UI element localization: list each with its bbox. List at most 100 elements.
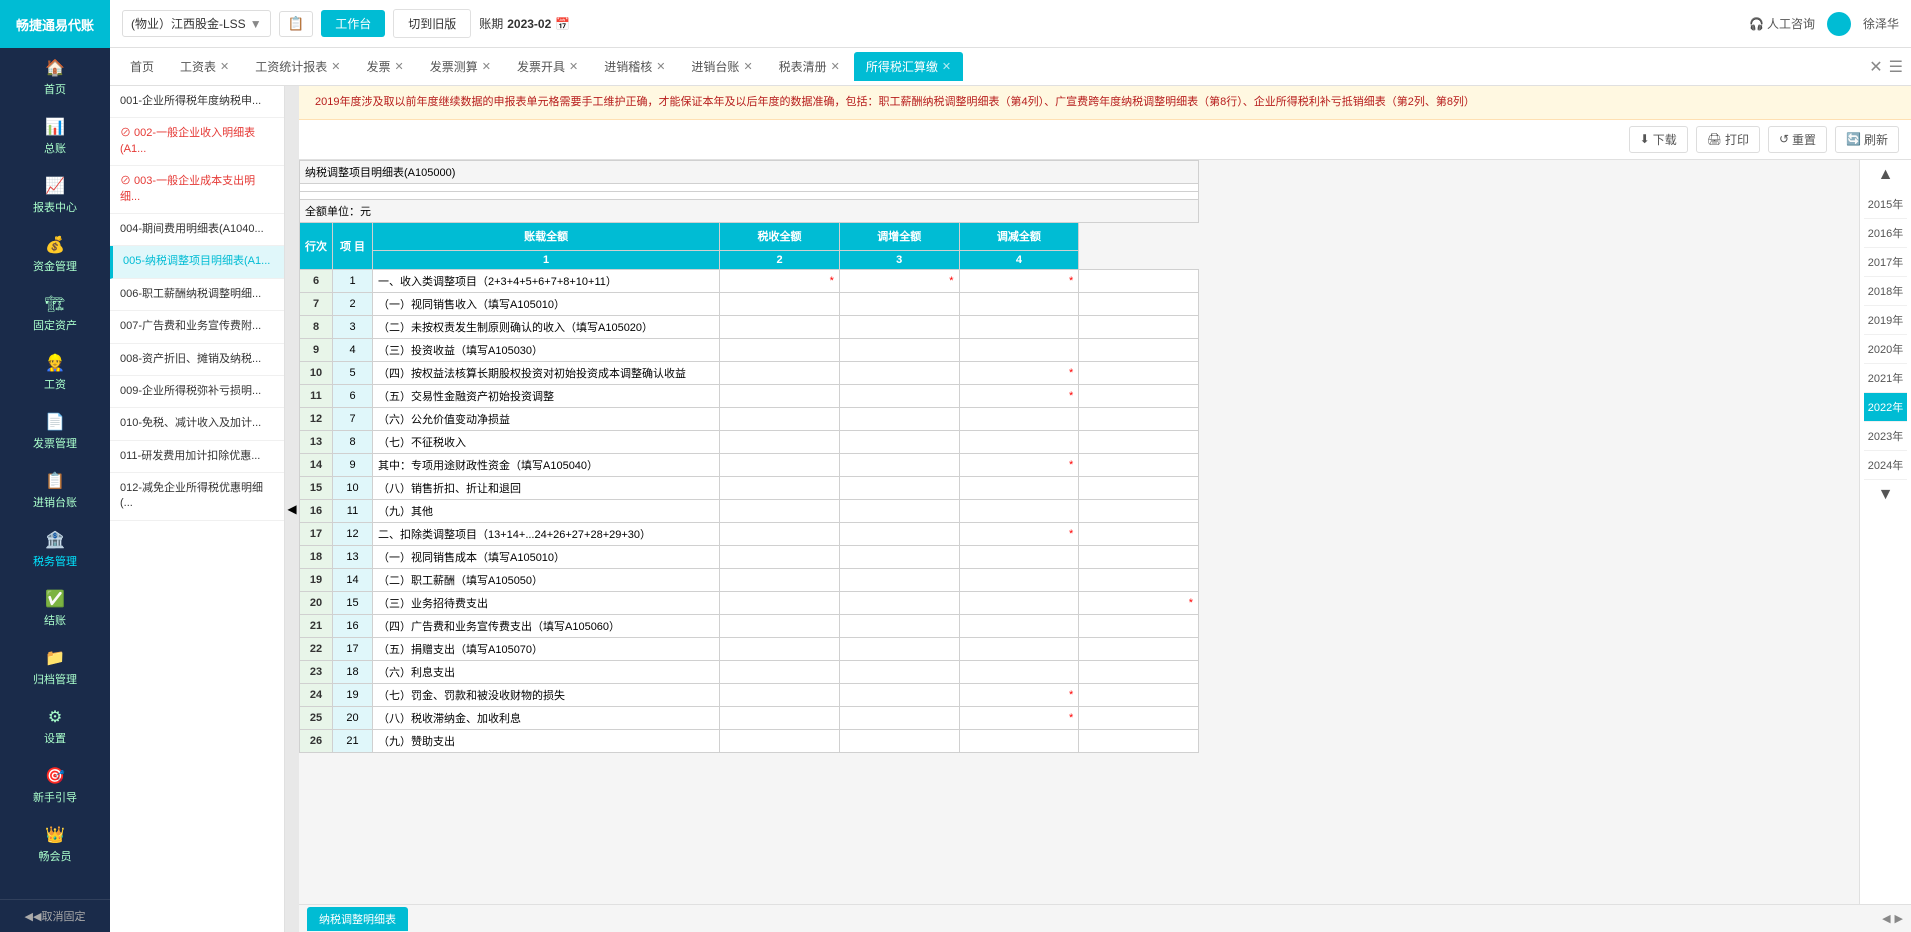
- row-c4[interactable]: [1079, 568, 1199, 591]
- row-c3[interactable]: *: [959, 706, 1079, 729]
- print-btn[interactable]: 🖨 打印: [1696, 126, 1760, 153]
- row-c3[interactable]: [959, 660, 1079, 683]
- left-panel-item[interactable]: ⊘ 002-一般企业收入明细表(A1...: [110, 118, 284, 166]
- row-c1[interactable]: [720, 476, 840, 499]
- row-c3[interactable]: [959, 338, 1079, 361]
- row-c1[interactable]: [720, 292, 840, 315]
- row-c3[interactable]: *: [959, 361, 1079, 384]
- tab-首页[interactable]: 首页: [118, 52, 166, 81]
- row-c3[interactable]: *: [959, 683, 1079, 706]
- tab-发票[interactable]: 发票✕: [354, 52, 415, 81]
- support-btn[interactable]: 🎧 人工咨询: [1749, 15, 1815, 32]
- row-c4[interactable]: [1079, 430, 1199, 453]
- close-all-tabs-btn[interactable]: ✕: [1869, 57, 1882, 77]
- sidebar-item-发票管理[interactable]: 📄发票管理: [0, 402, 110, 461]
- tab-settings-icon[interactable]: ☰: [1889, 57, 1903, 77]
- calendar-icon[interactable]: 📅: [555, 17, 570, 31]
- row-c3[interactable]: [959, 729, 1079, 752]
- sidebar-item-资金管理[interactable]: 💰资金管理: [0, 225, 110, 284]
- row-c3[interactable]: *: [959, 453, 1079, 476]
- panel-collapse-btn[interactable]: ◀: [285, 86, 299, 932]
- sidebar-item-税务管理[interactable]: 🏦税务管理: [0, 520, 110, 579]
- row-c4[interactable]: [1079, 361, 1199, 384]
- download-btn[interactable]: ⬇ 下载: [1629, 126, 1688, 153]
- row-c4[interactable]: [1079, 499, 1199, 522]
- sidebar-item-报表中心[interactable]: 📈报表中心: [0, 166, 110, 225]
- sidebar-item-进销台账[interactable]: 📋进销台账: [0, 461, 110, 520]
- row-c2[interactable]: [839, 476, 959, 499]
- row-c1[interactable]: [720, 361, 840, 384]
- row-c2[interactable]: [839, 361, 959, 384]
- workspace-btn[interactable]: 工作台: [321, 10, 385, 37]
- sidebar-item-设置[interactable]: ⚙设置: [0, 697, 110, 756]
- row-c1[interactable]: [720, 407, 840, 430]
- copy-btn[interactable]: 📋: [279, 11, 314, 37]
- row-c1[interactable]: *: [720, 269, 840, 292]
- row-c4[interactable]: [1079, 315, 1199, 338]
- tab-close-icon[interactable]: ✕: [656, 60, 665, 73]
- row-c4[interactable]: [1079, 729, 1199, 752]
- year-item-2023年[interactable]: 2023年: [1864, 422, 1907, 451]
- row-c4[interactable]: [1079, 407, 1199, 430]
- row-c3[interactable]: [959, 591, 1079, 614]
- tab-进销稽核[interactable]: 进销稽核✕: [592, 52, 677, 81]
- row-c3[interactable]: [959, 407, 1079, 430]
- sidebar-item-总账[interactable]: 📊总账: [0, 107, 110, 166]
- row-c2[interactable]: [839, 407, 959, 430]
- row-c4[interactable]: [1079, 660, 1199, 683]
- row-c4[interactable]: [1079, 545, 1199, 568]
- row-c1[interactable]: [720, 545, 840, 568]
- year-item-2016年[interactable]: 2016年: [1864, 219, 1907, 248]
- left-panel-item[interactable]: 008-资产折旧、摊销及纳税...: [110, 344, 284, 376]
- left-panel-item[interactable]: ⊘ 003-一般企业成本支出明细...: [110, 166, 284, 214]
- tab-close-icon[interactable]: ✕: [482, 60, 491, 73]
- year-item-2021年[interactable]: 2021年: [1864, 364, 1907, 393]
- year-up-btn[interactable]: ▲: [1860, 160, 1911, 190]
- row-c4[interactable]: [1079, 637, 1199, 660]
- year-item-2018年[interactable]: 2018年: [1864, 277, 1907, 306]
- row-c2[interactable]: [839, 292, 959, 315]
- row-c3[interactable]: [959, 315, 1079, 338]
- left-panel-item[interactable]: 004-期间费用明细表(A1040...: [110, 214, 284, 246]
- tab-close-icon[interactable]: ✕: [942, 60, 951, 73]
- scroll-left-icon[interactable]: ◀: [1882, 912, 1890, 925]
- row-c1[interactable]: [720, 660, 840, 683]
- year-item-2015年[interactable]: 2015年: [1864, 190, 1907, 219]
- row-c3[interactable]: *: [959, 522, 1079, 545]
- row-c3[interactable]: [959, 568, 1079, 591]
- row-c4[interactable]: [1079, 706, 1199, 729]
- row-c1[interactable]: [720, 591, 840, 614]
- row-c2[interactable]: [839, 338, 959, 361]
- tab-所得税汇算缴[interactable]: 所得税汇算缴✕: [854, 52, 963, 81]
- row-c2[interactable]: [839, 430, 959, 453]
- bottom-tab-active[interactable]: 纳税调整明细表: [307, 907, 408, 931]
- row-c1[interactable]: [720, 453, 840, 476]
- tab-close-icon[interactable]: ✕: [220, 60, 229, 73]
- row-c3[interactable]: [959, 545, 1079, 568]
- tab-工资表[interactable]: 工资表✕: [168, 52, 241, 81]
- left-panel-item[interactable]: 007-广告费和业务宣传费附...: [110, 311, 284, 343]
- row-c1[interactable]: [720, 614, 840, 637]
- row-c2[interactable]: [839, 706, 959, 729]
- row-c3[interactable]: [959, 430, 1079, 453]
- row-c3[interactable]: [959, 476, 1079, 499]
- sidebar-item-归档管理[interactable]: 📁归档管理: [0, 638, 110, 697]
- row-c1[interactable]: [720, 384, 840, 407]
- row-c2[interactable]: *: [839, 269, 959, 292]
- tab-工资统计报表[interactable]: 工资统计报表✕: [243, 52, 352, 81]
- old-version-btn[interactable]: 切到旧版: [393, 9, 471, 38]
- left-panel-item[interactable]: 012-减免企业所得税优惠明细(...: [110, 473, 284, 521]
- row-c1[interactable]: [720, 637, 840, 660]
- row-c4[interactable]: [1079, 453, 1199, 476]
- tab-close-icon[interactable]: ✕: [331, 60, 340, 73]
- row-c2[interactable]: [839, 637, 959, 660]
- row-c4[interactable]: [1079, 476, 1199, 499]
- tab-发票开具[interactable]: 发票开具✕: [505, 52, 590, 81]
- tab-发票测算[interactable]: 发票测算✕: [418, 52, 503, 81]
- scroll-right-icon[interactable]: ▶: [1895, 912, 1903, 925]
- tab-进销台账[interactable]: 进销台账✕: [679, 52, 764, 81]
- row-c4[interactable]: [1079, 269, 1199, 292]
- row-c3[interactable]: [959, 614, 1079, 637]
- row-c3[interactable]: [959, 637, 1079, 660]
- row-c4[interactable]: *: [1079, 591, 1199, 614]
